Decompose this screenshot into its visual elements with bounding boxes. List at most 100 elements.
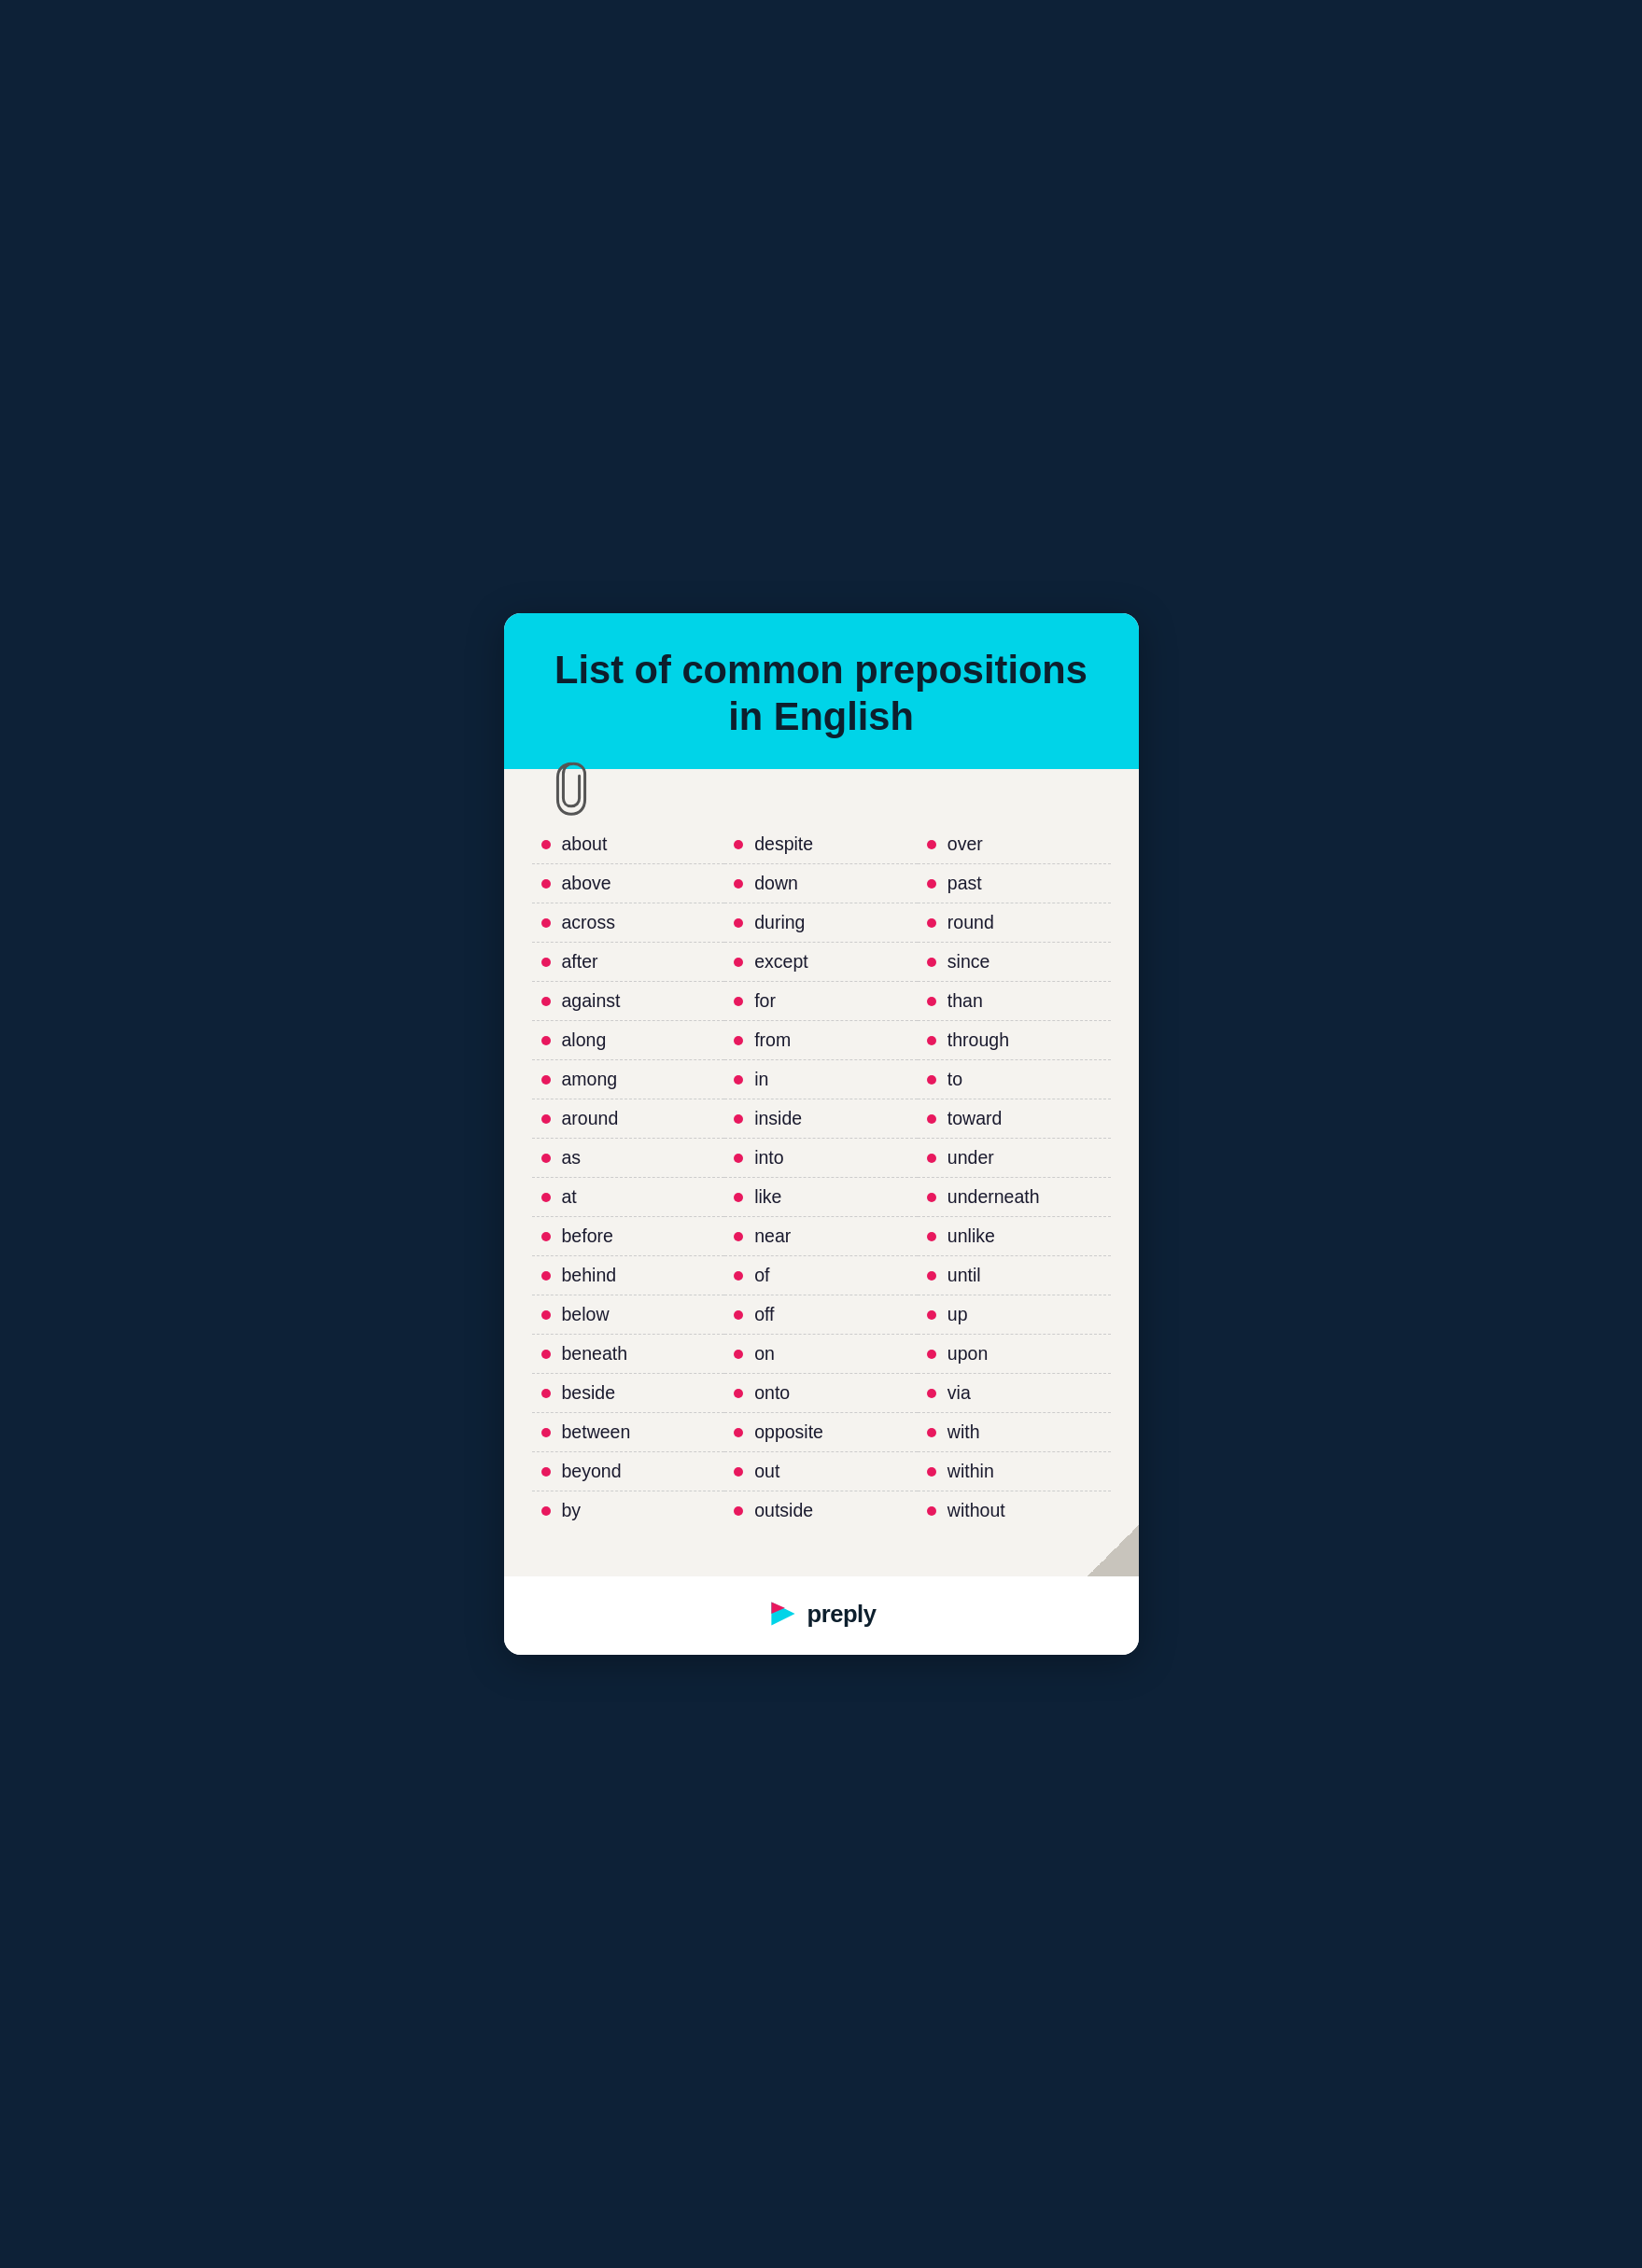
preposition-word: outside <box>754 1500 813 1521</box>
preposition-word: beyond <box>562 1461 622 1482</box>
bullet-icon <box>734 1467 743 1477</box>
preposition-word: for <box>754 990 776 1012</box>
bullet-icon <box>734 1114 743 1124</box>
bullet-icon <box>734 918 743 928</box>
list-item: with <box>918 1413 1111 1452</box>
list-item: unlike <box>918 1217 1111 1256</box>
list-item: after <box>532 943 725 982</box>
list-item: beside <box>532 1374 725 1413</box>
preposition-word: up <box>947 1304 968 1325</box>
preposition-word: out <box>754 1461 779 1482</box>
bullet-icon <box>927 1154 936 1163</box>
list-item: along <box>532 1021 725 1060</box>
list-item: down <box>724 864 918 903</box>
column-1: aboutaboveacrossafteragainstalongamongar… <box>532 825 725 1530</box>
list-item: beyond <box>532 1452 725 1491</box>
preposition-word: opposite <box>754 1421 823 1443</box>
list-item: to <box>918 1060 1111 1099</box>
preposition-word: around <box>562 1108 619 1129</box>
bullet-icon <box>541 1036 551 1045</box>
list-item: around <box>532 1099 725 1139</box>
preposition-word: since <box>947 951 990 973</box>
brand-name: preply <box>807 1601 877 1628</box>
paperclip-icon <box>551 760 592 816</box>
list-item: inside <box>724 1099 918 1139</box>
bullet-icon <box>734 1428 743 1437</box>
preposition-word: than <box>947 990 983 1012</box>
bullet-icon <box>541 1193 551 1202</box>
preposition-word: with <box>947 1421 980 1443</box>
list-item: despite <box>724 825 918 864</box>
preposition-word: about <box>562 833 608 855</box>
column-3: overpastroundsincethanthroughtotowardund… <box>918 825 1111 1530</box>
bullet-icon <box>734 1075 743 1085</box>
list-item: near <box>724 1217 918 1256</box>
preposition-word: over <box>947 833 983 855</box>
list-item: within <box>918 1452 1111 1491</box>
bullet-icon <box>541 1389 551 1398</box>
page-title: List of common prepositions in English <box>541 647 1102 740</box>
preposition-word: behind <box>562 1265 617 1286</box>
bullet-icon <box>541 1467 551 1477</box>
list-item: from <box>724 1021 918 1060</box>
preposition-word: between <box>562 1421 631 1443</box>
preposition-word: before <box>562 1225 613 1247</box>
preposition-word: except <box>754 951 808 973</box>
list-item: than <box>918 982 1111 1021</box>
list-item: about <box>532 825 725 864</box>
preply-logo: preply <box>766 1597 877 1631</box>
card-header: List of common prepositions in English <box>504 613 1139 770</box>
preposition-word: through <box>947 1029 1009 1051</box>
preposition-word: by <box>562 1500 582 1521</box>
corner-fold <box>1088 1525 1139 1576</box>
preposition-word: above <box>562 873 611 894</box>
list-item: toward <box>918 1099 1111 1139</box>
bullet-icon <box>734 1232 743 1241</box>
bullet-icon <box>927 1506 936 1516</box>
bullet-icon <box>734 1271 743 1281</box>
bullet-icon <box>541 918 551 928</box>
bullet-icon <box>927 1193 936 1202</box>
list-item: through <box>918 1021 1111 1060</box>
list-item: opposite <box>724 1413 918 1452</box>
preposition-list: aboutaboveacrossafteragainstalongamongar… <box>532 825 1111 1530</box>
preposition-word: down <box>754 873 798 894</box>
bullet-icon <box>734 1310 743 1320</box>
list-item: beneath <box>532 1335 725 1374</box>
preposition-word: in <box>754 1069 768 1090</box>
preposition-word: toward <box>947 1108 1003 1129</box>
list-item: past <box>918 864 1111 903</box>
bullet-icon <box>927 1036 936 1045</box>
bullet-icon <box>927 958 936 967</box>
bullet-icon <box>927 1271 936 1281</box>
bullet-icon <box>541 1350 551 1359</box>
bullet-icon <box>927 1232 936 1241</box>
preposition-word: beside <box>562 1382 616 1404</box>
bullet-icon <box>541 1114 551 1124</box>
preposition-word: among <box>562 1069 618 1090</box>
list-item: in <box>724 1060 918 1099</box>
bullet-icon <box>541 1310 551 1320</box>
list-item: between <box>532 1413 725 1452</box>
list-item: before <box>532 1217 725 1256</box>
preposition-word: upon <box>947 1343 988 1365</box>
bullet-icon <box>734 1506 743 1516</box>
preposition-word: underneath <box>947 1186 1040 1208</box>
bullet-icon <box>927 1350 936 1359</box>
bullet-icon <box>927 1310 936 1320</box>
preposition-word: via <box>947 1382 971 1404</box>
column-2: despitedownduringexceptforfromininsidein… <box>724 825 918 1530</box>
list-item: for <box>724 982 918 1021</box>
bullet-icon <box>734 958 743 967</box>
card-body: aboutaboveacrossafteragainstalongamongar… <box>504 769 1139 1576</box>
list-item: except <box>724 943 918 982</box>
list-item: over <box>918 825 1111 864</box>
list-item: as <box>532 1139 725 1178</box>
preposition-word: of <box>754 1265 769 1286</box>
bullet-icon <box>734 1350 743 1359</box>
list-item: out <box>724 1452 918 1491</box>
bullet-icon <box>927 840 936 849</box>
bullet-icon <box>927 1428 936 1437</box>
list-item: of <box>724 1256 918 1295</box>
preposition-word: inside <box>754 1108 802 1129</box>
